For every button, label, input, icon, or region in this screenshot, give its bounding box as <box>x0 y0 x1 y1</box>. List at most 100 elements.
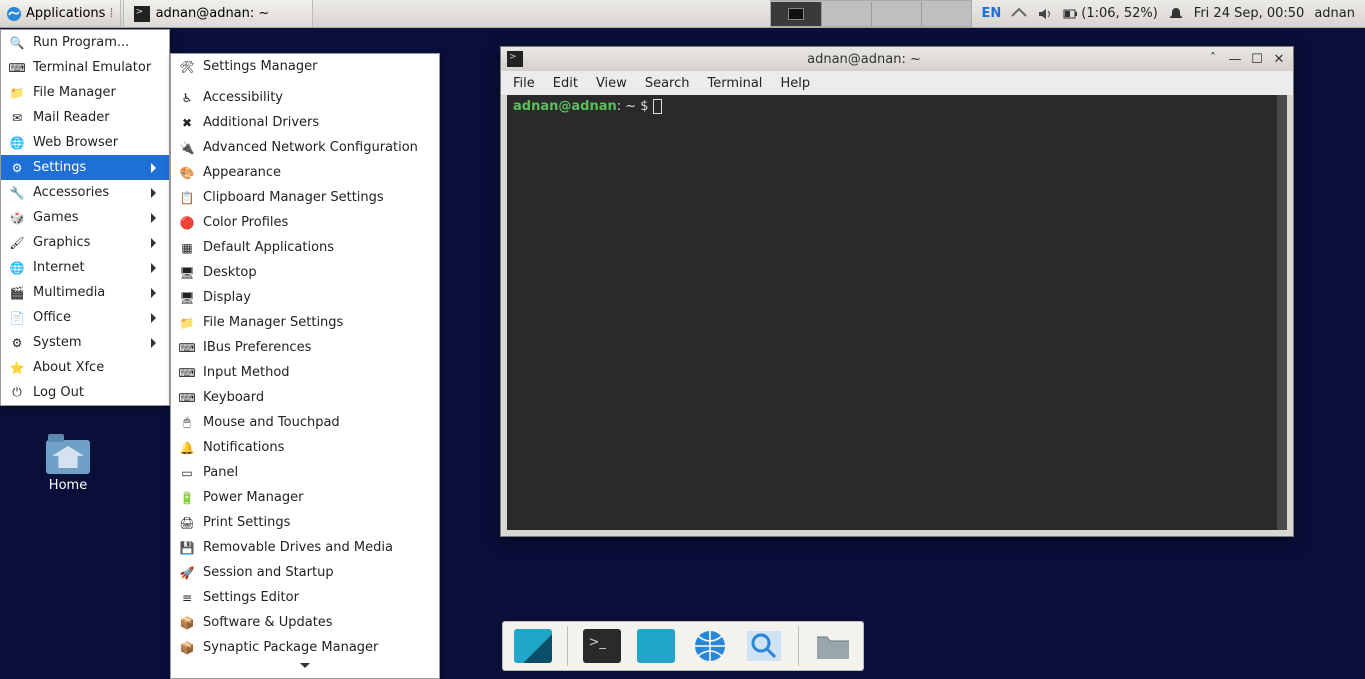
submenu-item-appearance[interactable]: 🎨Appearance <box>171 160 439 185</box>
submenu-item-panel[interactable]: ▭Panel <box>171 460 439 485</box>
workspace-3[interactable] <box>871 2 921 26</box>
logout-icon: ⏻ <box>9 385 25 401</box>
terminal-titlebar[interactable]: adnan@adnan: ~ ˆ — ☐ ✕ <box>501 47 1293 71</box>
close-button[interactable]: ✕ <box>1271 51 1287 67</box>
submenu-item-label: Default Applications <box>203 240 334 255</box>
maximize-button[interactable]: ☐ <box>1249 51 1265 67</box>
menu-item-about-xfce[interactable]: ⭐About Xfce <box>1 355 169 380</box>
battery-text: (1:06, 52%) <box>1081 6 1158 21</box>
menu-item-file-manager[interactable]: 📁File Manager <box>1 80 169 105</box>
taskbar-title: adnan@adnan: ~ <box>156 6 270 21</box>
submenu-item-synaptic-package-manager[interactable]: 📦Synaptic Package Manager <box>171 635 439 660</box>
submenu-item-label: Additional Drivers <box>203 115 319 130</box>
submenu-item-keyboard[interactable]: ⌨Keyboard <box>171 385 439 410</box>
file-settings-icon: 📁 <box>179 315 195 331</box>
menu-item-mail-reader[interactable]: ✉Mail Reader <box>1 105 169 130</box>
workspace-switcher[interactable] <box>770 0 972 27</box>
submenu-item-desktop[interactable]: 🖥Desktop <box>171 260 439 285</box>
menu-search[interactable]: Search <box>645 76 690 91</box>
submenu-item-advanced-network-configuration[interactable]: 🔌Advanced Network Configuration <box>171 135 439 160</box>
dock-terminal[interactable]: >_ <box>580 626 624 666</box>
terminal-scrollbar[interactable] <box>1277 95 1287 530</box>
submenu-item-print-settings[interactable]: 🖨Print Settings <box>171 510 439 535</box>
clock[interactable]: Fri 24 Sep, 00:50 <box>1194 6 1305 21</box>
submenu-scroll-down-icon[interactable] <box>171 660 439 674</box>
submenu-item-notifications[interactable]: 🔔Notifications <box>171 435 439 460</box>
rollup-button[interactable]: ˆ <box>1205 51 1221 67</box>
menu-item-settings[interactable]: ⚙Settings <box>1 155 169 180</box>
menu-edit[interactable]: Edit <box>553 76 578 91</box>
menu-item-office[interactable]: 📄Office <box>1 305 169 330</box>
terminal-icon: >_ <box>583 629 621 663</box>
dock-separator <box>798 626 799 666</box>
submenu-item-label: Clipboard Manager Settings <box>203 190 384 205</box>
submenu-item-clipboard-manager-settings[interactable]: 📋Clipboard Manager Settings <box>171 185 439 210</box>
submenu-item-settings-editor[interactable]: ≡Settings Editor <box>171 585 439 610</box>
menu-help[interactable]: Help <box>780 76 810 91</box>
dock-app-finder[interactable] <box>742 626 786 666</box>
minimize-button[interactable]: — <box>1227 51 1243 67</box>
dock-file-manager[interactable] <box>634 626 678 666</box>
submenu-item-mouse-and-touchpad[interactable]: 🖱Mouse and Touchpad <box>171 410 439 435</box>
input-icon: ⌨ <box>179 365 195 381</box>
menu-item-web-browser[interactable]: 🌐Web Browser <box>1 130 169 155</box>
menu-item-games[interactable]: 🎲Games <box>1 205 169 230</box>
menu-item-label: Graphics <box>33 235 90 250</box>
submenu-item-file-manager-settings[interactable]: 📁File Manager Settings <box>171 310 439 335</box>
dock-web-browser[interactable] <box>688 626 732 666</box>
applications-menu-button[interactable]: Applications ⁞ <box>0 0 121 27</box>
submenu-item-default-applications[interactable]: ▦Default Applications <box>171 235 439 260</box>
menu-item-accessories[interactable]: 🔧Accessories <box>1 180 169 205</box>
menu-item-system[interactable]: ⚙System <box>1 330 169 355</box>
keyboard-layout-indicator[interactable]: EN <box>982 6 1002 21</box>
menu-item-log-out[interactable]: ⏻Log Out <box>1 380 169 405</box>
prompt-symbol: $ <box>640 99 648 114</box>
menu-item-internet[interactable]: 🌐Internet <box>1 255 169 280</box>
submenu-item-display[interactable]: 🖥Display <box>171 285 439 310</box>
notifications-bell-icon[interactable] <box>1168 6 1184 22</box>
submenu-item-label: IBus Preferences <box>203 340 311 355</box>
terminal-body[interactable]: adnan@adnan: ~ $ <box>507 95 1287 530</box>
menu-file[interactable]: File <box>513 76 535 91</box>
color-icon: 🔴 <box>179 215 195 231</box>
system-tray: EN (1:06, 52%) Fri 24 Sep, 00:50 adnan <box>972 0 1365 27</box>
submenu-item-software-updates[interactable]: 📦Software & Updates <box>171 610 439 635</box>
terminal-icon: ⌨ <box>9 60 25 76</box>
submenu-item-input-method[interactable]: ⌨Input Method <box>171 360 439 385</box>
menu-item-terminal-emulator[interactable]: ⌨Terminal Emulator <box>1 55 169 80</box>
battery-indicator[interactable]: (1:06, 52%) <box>1063 6 1158 22</box>
terminal-cursor <box>653 99 662 114</box>
workspace-4[interactable] <box>921 2 971 26</box>
submenu-item-session-and-startup[interactable]: 🚀Session and Startup <box>171 560 439 585</box>
submenu-item-color-profiles[interactable]: 🔴Color Profiles <box>171 210 439 235</box>
submenu-item-power-manager[interactable]: 🔋 Power Manager <box>171 485 439 510</box>
submenu-item-removable-drives-and-media[interactable]: 💾Removable Drives and Media <box>171 535 439 560</box>
menu-item-multimedia[interactable]: 🎬Multimedia <box>1 280 169 305</box>
submenu-item-settings-manager[interactable]: 🛠Settings Manager <box>171 54 439 79</box>
workspace-1[interactable] <box>771 2 821 26</box>
submenu-item-label: Advanced Network Configuration <box>203 140 418 155</box>
submenu-item-ibus-preferences[interactable]: ⌨IBus Preferences <box>171 335 439 360</box>
volume-icon[interactable] <box>1037 6 1053 22</box>
taskbar-terminal-button[interactable]: adnan@adnan: ~ <box>123 0 313 27</box>
network-icon[interactable] <box>1011 6 1027 22</box>
desktop-home-icon[interactable]: Home <box>46 440 90 493</box>
drivers-icon: ✖ <box>179 115 195 131</box>
menu-terminal[interactable]: Terminal <box>707 76 762 91</box>
folder-icon: 📁 <box>9 85 25 101</box>
menu-item-run-program[interactable]: 🔍Run Program... <box>1 30 169 55</box>
user-label[interactable]: adnan <box>1314 6 1355 21</box>
settings-icon: ⚙ <box>9 160 25 176</box>
submenu-item-label: Power Manager <box>203 490 303 505</box>
submenu-item-accessibility[interactable]: ♿Accessibility <box>171 85 439 110</box>
dock-home-folder[interactable] <box>811 626 855 666</box>
workspace-2[interactable] <box>821 2 871 26</box>
games-icon: 🎲 <box>9 210 25 226</box>
dock-show-desktop[interactable] <box>511 626 555 666</box>
applications-menu-label: Applications <box>26 6 105 21</box>
submenu-item-additional-drivers[interactable]: ✖ Additional Drivers <box>171 110 439 135</box>
power-icon: 🔋 <box>179 490 195 506</box>
internet-icon: 🌐 <box>9 260 25 276</box>
menu-item-graphics[interactable]: 🖌Graphics <box>1 230 169 255</box>
menu-view[interactable]: View <box>596 76 627 91</box>
